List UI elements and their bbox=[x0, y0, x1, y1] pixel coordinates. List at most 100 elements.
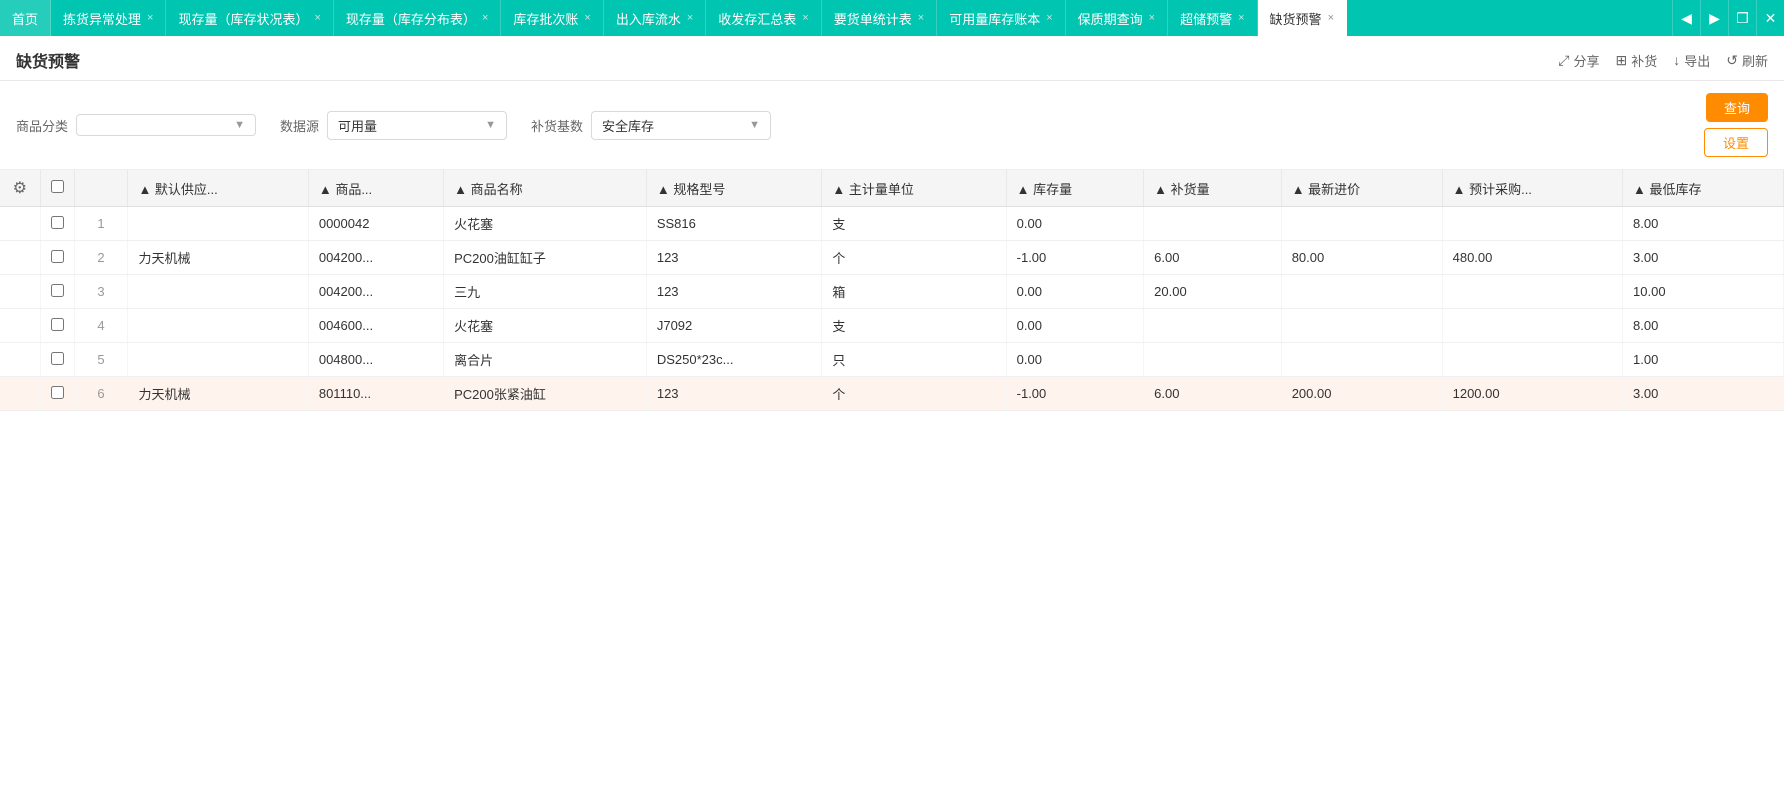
row-est-purchase-cell: 1200.00 bbox=[1442, 377, 1622, 411]
row-product-code-cell: 801110... bbox=[308, 377, 443, 411]
row-checkbox-5[interactable] bbox=[51, 386, 64, 399]
row-product-name-cell: 火花塞 bbox=[444, 309, 647, 343]
table-settings-icon[interactable]: ⚙ bbox=[13, 180, 27, 197]
row-checkbox-cell bbox=[40, 275, 74, 309]
commodity-class-select[interactable]: ▼ bbox=[76, 114, 256, 136]
row-checkbox-3[interactable] bbox=[51, 318, 64, 331]
th-unit[interactable]: ▲ 主计量单位 bbox=[822, 170, 1006, 207]
replenish-base-filter: 补货基数 安全库存 ▼ bbox=[531, 111, 771, 140]
nav-tab-7[interactable]: 要货单统计表 × bbox=[822, 0, 937, 36]
th-unit-label: ▲ 主计量单位 bbox=[832, 182, 913, 197]
refresh-label: 刷新 bbox=[1742, 51, 1768, 70]
settings-button[interactable]: 设置 bbox=[1704, 128, 1768, 157]
nav-tab-9[interactable]: 保质期查询 × bbox=[1066, 0, 1168, 36]
row-stock-cell: 0.00 bbox=[1006, 343, 1144, 377]
row-checkbox-cell bbox=[40, 241, 74, 275]
page-content: 缺货预警 ⤢ 分享 ⊞ 补货 ↓ 导出 ↺ 刷新 商品分类 bbox=[0, 36, 1784, 796]
nav-tab-2-close[interactable]: × bbox=[314, 12, 320, 24]
nav-tab-4[interactable]: 库存批次账 × bbox=[501, 0, 603, 36]
commodity-class-filter: 商品分类 ▼ bbox=[16, 114, 256, 136]
th-est-purchase[interactable]: ▲ 预计采购... bbox=[1442, 170, 1622, 207]
nav-tab-1-close[interactable]: × bbox=[147, 12, 153, 24]
row-unit-cell: 只 bbox=[822, 343, 1006, 377]
th-product-name[interactable]: ▲ 商品名称 bbox=[444, 170, 647, 207]
nav-tab-home[interactable]: 首页 bbox=[0, 0, 51, 36]
th-default-supplier[interactable]: ▲ 默认供应... bbox=[128, 170, 308, 207]
refresh-button[interactable]: ↺ 刷新 bbox=[1726, 51, 1768, 70]
nav-tab-1[interactable]: 拣货异常处理 × bbox=[51, 0, 166, 36]
th-product-name-label: ▲ 商品名称 bbox=[454, 182, 522, 197]
nav-tab-8-close[interactable]: × bbox=[1046, 12, 1052, 24]
nav-tab-9-label: 保质期查询 bbox=[1078, 9, 1143, 28]
nav-tab-4-close[interactable]: × bbox=[584, 12, 590, 24]
nav-tab-6-close[interactable]: × bbox=[802, 12, 808, 24]
replenish-base-chevron-icon: ▼ bbox=[749, 119, 760, 131]
nav-tab-5[interactable]: 出入库流水 × bbox=[604, 0, 706, 36]
row-checkbox-0[interactable] bbox=[51, 216, 64, 229]
data-source-select[interactable]: 可用量 ▼ bbox=[327, 111, 507, 140]
share-label: 分享 bbox=[1573, 51, 1599, 70]
table-row: 5 004800... 离合片 DS250*23c... 只 0.00 1.00 bbox=[0, 343, 1784, 377]
row-checkbox-2[interactable] bbox=[51, 284, 64, 297]
nav-tab-9-close[interactable]: × bbox=[1149, 12, 1155, 24]
table-header-row: ⚙ ▲ 默认供应... ▲ 商品... ▲ 商品名称 bbox=[0, 170, 1784, 207]
row-checkbox-4[interactable] bbox=[51, 352, 64, 365]
row-checkbox-cell bbox=[40, 309, 74, 343]
row-product-name-cell: 火花塞 bbox=[444, 207, 647, 241]
row-checkbox-cell bbox=[40, 207, 74, 241]
row-unit-cell: 支 bbox=[822, 207, 1006, 241]
th-stock[interactable]: ▲ 库存量 bbox=[1006, 170, 1144, 207]
share-button[interactable]: ⤢ 分享 bbox=[1558, 51, 1599, 70]
row-num-cell: 2 bbox=[74, 241, 128, 275]
nav-restore-button[interactable]: ❐ bbox=[1728, 0, 1756, 36]
row-replenish-qty-cell bbox=[1144, 207, 1282, 241]
data-source-label: 数据源 bbox=[280, 116, 319, 135]
refresh-icon: ↺ bbox=[1726, 52, 1738, 69]
row-spec-cell: J7092 bbox=[646, 309, 822, 343]
nav-tab-11[interactable]: 缺货预警 × bbox=[1258, 0, 1347, 36]
nav-next-button[interactable]: ▶ bbox=[1700, 0, 1728, 36]
th-spec[interactable]: ▲ 规格型号 bbox=[646, 170, 822, 207]
nav-close-button[interactable]: ✕ bbox=[1756, 0, 1784, 36]
row-supplier-cell bbox=[128, 309, 308, 343]
row-replenish-qty-cell: 6.00 bbox=[1144, 377, 1282, 411]
row-settings-cell bbox=[0, 275, 40, 309]
row-replenish-qty-cell: 6.00 bbox=[1144, 241, 1282, 275]
row-min-stock-cell: 3.00 bbox=[1623, 241, 1784, 275]
nav-tab-3[interactable]: 现存量（库存分布表） × bbox=[334, 0, 501, 36]
export-button[interactable]: ↓ 导出 bbox=[1673, 51, 1710, 70]
nav-tab-3-close[interactable]: × bbox=[482, 12, 488, 24]
row-product-code-cell: 004800... bbox=[308, 343, 443, 377]
row-supplier-cell bbox=[128, 275, 308, 309]
nav-tab-5-close[interactable]: × bbox=[687, 12, 693, 24]
nav-prev-button[interactable]: ◀ bbox=[1672, 0, 1700, 36]
th-min-stock[interactable]: ▲ 最低库存 bbox=[1623, 170, 1784, 207]
filter-actions: 查询 设置 bbox=[1704, 93, 1768, 157]
th-rownum bbox=[74, 170, 128, 207]
row-product-code-cell: 004200... bbox=[308, 275, 443, 309]
nav-tab-7-close[interactable]: × bbox=[918, 12, 924, 24]
nav-tab-11-close[interactable]: × bbox=[1328, 12, 1334, 24]
nav-tab-10[interactable]: 超储预警 × bbox=[1168, 0, 1257, 36]
th-latest-price[interactable]: ▲ 最新进价 bbox=[1281, 170, 1442, 207]
row-unit-cell: 箱 bbox=[822, 275, 1006, 309]
row-est-purchase-cell bbox=[1442, 343, 1622, 377]
nav-tab-10-close[interactable]: × bbox=[1238, 12, 1244, 24]
th-product-code[interactable]: ▲ 商品... bbox=[308, 170, 443, 207]
row-product-code-cell: 004200... bbox=[308, 241, 443, 275]
select-all-checkbox[interactable] bbox=[51, 180, 64, 193]
th-replenish-qty[interactable]: ▲ 补货量 bbox=[1144, 170, 1282, 207]
row-latest-price-cell bbox=[1281, 275, 1442, 309]
row-num-cell: 6 bbox=[74, 377, 128, 411]
replenish-base-select[interactable]: 安全库存 ▼ bbox=[591, 111, 771, 140]
table-body: 1 0000042 火花塞 SS816 支 0.00 8.00 2 力天机械 0… bbox=[0, 207, 1784, 411]
row-product-code-cell: 0000042 bbox=[308, 207, 443, 241]
nav-tab-8[interactable]: 可用量库存账本 × bbox=[937, 0, 1065, 36]
replenish-button[interactable]: ⊞ 补货 bbox=[1615, 51, 1657, 70]
filter-area: 商品分类 ▼ 数据源 可用量 ▼ 补货基数 安全库存 ▼ 查询 设置 bbox=[0, 81, 1784, 170]
nav-tab-6[interactable]: 收发存汇总表 × bbox=[706, 0, 821, 36]
row-checkbox-1[interactable] bbox=[51, 250, 64, 263]
query-button[interactable]: 查询 bbox=[1706, 93, 1768, 122]
nav-tab-2[interactable]: 现存量（库存状况表） × bbox=[166, 0, 333, 36]
row-est-purchase-cell bbox=[1442, 207, 1622, 241]
